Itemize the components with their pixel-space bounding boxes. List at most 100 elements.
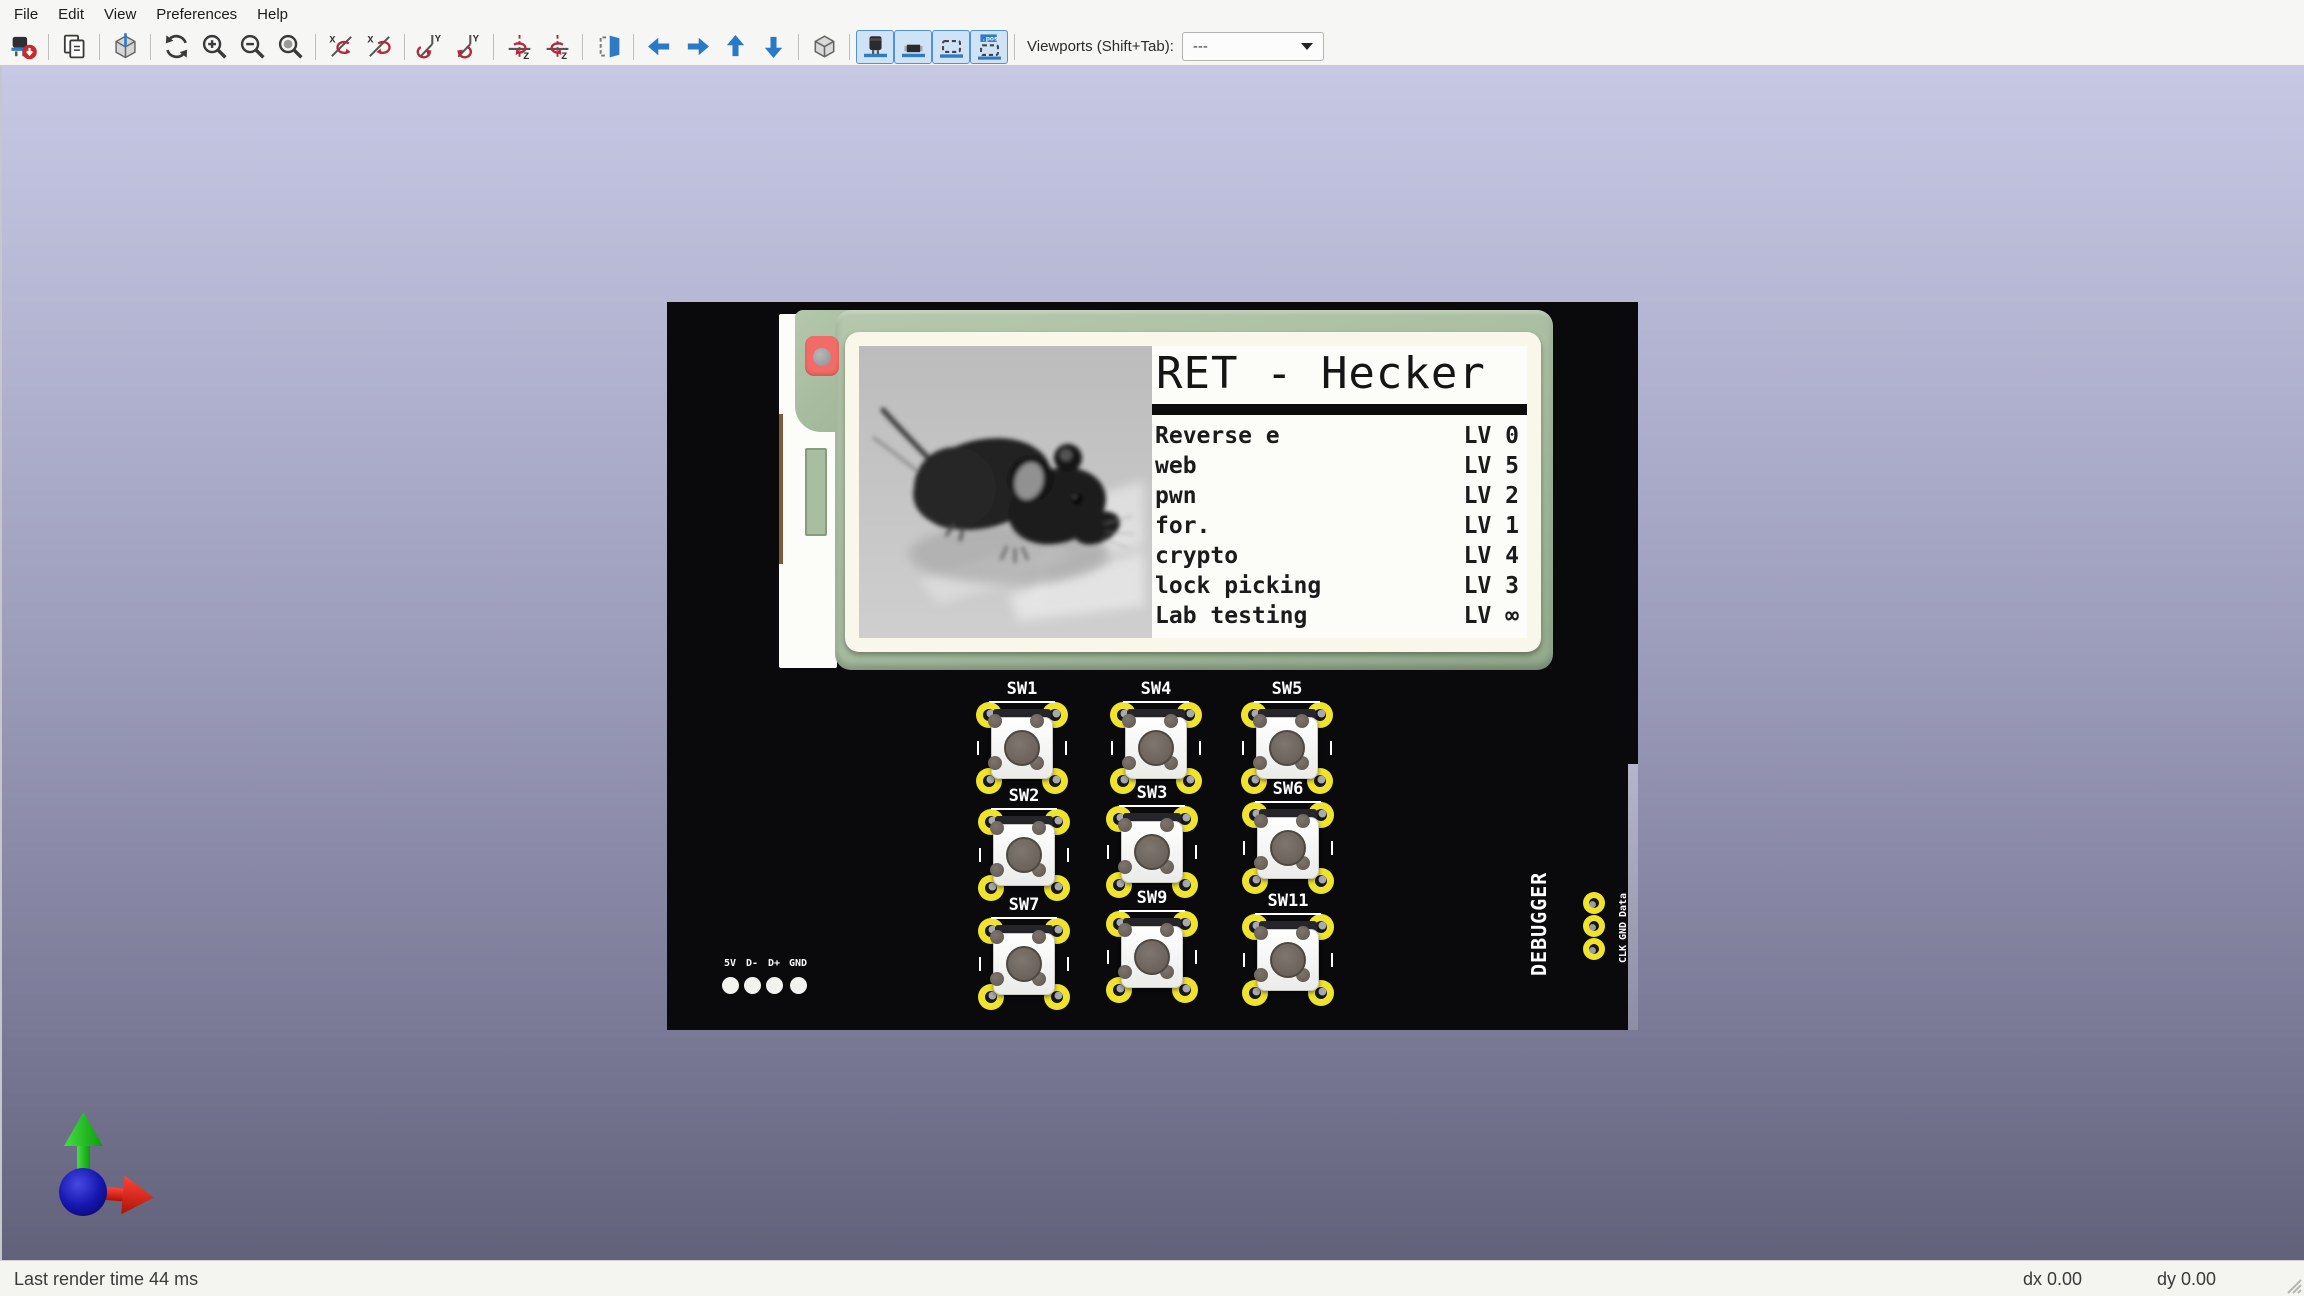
resize-grip[interactable]	[2280, 1272, 2302, 1294]
usb-pad-d+: D+	[762, 958, 786, 994]
show-pos-file-models-icon: .pos	[975, 32, 1004, 61]
switch-body	[1253, 714, 1318, 779]
flip-board-icon	[594, 32, 623, 61]
switch-corner-pin	[990, 930, 1004, 944]
show-smd-models-button[interactable]	[894, 29, 932, 64]
switch-sw11: SW11	[1240, 891, 1336, 1006]
debugger-silkscreen-label: DEBUGGER	[1527, 871, 1551, 976]
copy-image-button[interactable]	[55, 30, 93, 64]
switch-sw3: SW3	[1104, 784, 1200, 898]
silkscreen-dash	[1243, 953, 1245, 967]
reload-board-icon	[9, 32, 38, 61]
rotate-z-ccw-icon: Z	[543, 32, 572, 61]
rotate-y-cw-icon: Y	[416, 32, 445, 61]
reload-board-button[interactable]	[4, 30, 42, 64]
mouse-photo	[859, 346, 1152, 638]
switch-corner-pin	[1122, 756, 1136, 770]
skill-row: for. LV 1	[1152, 511, 1527, 541]
viewports-selected-value: ---	[1192, 38, 1208, 55]
zoom-in-button[interactable]	[195, 30, 233, 64]
pan-down-button[interactable]	[754, 30, 792, 64]
usb-pad-label: GND	[788, 958, 808, 969]
switch-corner-pin	[988, 714, 1002, 728]
debugger-pad	[1583, 938, 1605, 960]
skill-level: LV ∞	[1463, 603, 1519, 629]
svg-text:Z: Z	[561, 51, 567, 61]
usb-pad-hole	[743, 977, 761, 994]
toolbar: X X Y Y Z Z .pos Viewports (Shift+Tab): ---	[0, 28, 2304, 66]
dy-status: dy 0.00	[2157, 1269, 2217, 1289]
switch-label-underline	[1255, 801, 1321, 803]
show-virtual-models-button[interactable]	[932, 29, 970, 64]
3d-viewport[interactable]: RET - Hecker Reverse e LV 0 web LV 5 pwn LV 2…	[0, 66, 2304, 1260]
render-cube-icon	[111, 32, 140, 61]
usb-pad-5v: 5V	[718, 958, 742, 994]
skill-name: for.	[1155, 513, 1211, 539]
switch-sw9: SW9	[1104, 889, 1200, 1003]
show-pos-file-models-button[interactable]: .pos	[970, 29, 1008, 64]
rotate-y-ccw-button[interactable]: Y	[449, 30, 487, 64]
switch-plunger	[1006, 837, 1042, 873]
rotate-y-ccw-icon: Y	[454, 32, 483, 61]
toolbar-separator	[798, 33, 799, 60]
viewports-dropdown[interactable]: ---	[1181, 32, 1324, 61]
pan-left-button[interactable]	[640, 30, 678, 64]
viewports-label: Viewports (Shift+Tab):	[1027, 38, 1174, 55]
silkscreen-dash	[1331, 953, 1333, 967]
toolbar-separator	[315, 33, 316, 60]
skill-level: LV 4	[1463, 543, 1519, 569]
show-smd-models-icon	[899, 32, 928, 61]
switch-label-underline	[991, 808, 1057, 810]
rotate-z-cw-button[interactable]: Z	[500, 30, 538, 64]
rotate-z-ccw-button[interactable]: Z	[538, 30, 576, 64]
switch-body	[990, 930, 1055, 995]
skill-row: Reverse e LV 0	[1152, 421, 1527, 451]
rotate-y-cw-button[interactable]: Y	[411, 30, 449, 64]
menu-help[interactable]: Help	[247, 3, 298, 26]
skill-level: LV 1	[1463, 513, 1519, 539]
skill-name: lock picking	[1155, 573, 1322, 599]
debugger-pad	[1583, 915, 1605, 937]
render-cube-button[interactable]	[106, 30, 144, 64]
display-screen: RET - Hecker Reverse e LV 0 web LV 5 pwn LV 2…	[1152, 346, 1527, 638]
debugger-pad	[1583, 892, 1605, 914]
toolbar-separator	[849, 33, 850, 60]
silkscreen-dash	[979, 848, 981, 862]
rotate-x-ccw-button[interactable]: X	[360, 30, 398, 64]
menu-view[interactable]: View	[94, 3, 146, 26]
switch-corner-pin	[1164, 714, 1178, 728]
silkscreen-dash	[1107, 845, 1109, 859]
toolbar-buttons: X X Y Y Z Z .pos	[4, 28, 1021, 65]
switch-body	[990, 821, 1055, 886]
zoom-fit-button[interactable]	[271, 30, 309, 64]
switch-label: SW11	[1267, 891, 1309, 911]
silkscreen-dash	[1330, 741, 1332, 755]
switch-corner-pin	[988, 756, 1002, 770]
silkscreen-dash	[1243, 841, 1245, 855]
axis-orientation-gizmo	[22, 1108, 172, 1258]
skill-name: crypto	[1155, 543, 1239, 569]
ortho-view-button[interactable]	[805, 30, 843, 64]
toolbar-separator	[633, 33, 634, 60]
menu-file[interactable]: File	[4, 3, 48, 26]
svg-text:X: X	[367, 34, 374, 46]
switch-corner-pin	[1160, 818, 1174, 832]
flip-board-button[interactable]	[589, 30, 627, 64]
rotate-x-cw-button[interactable]: X	[322, 30, 360, 64]
pan-right-button[interactable]	[678, 30, 716, 64]
usb-pad-d-: D-	[740, 958, 764, 994]
title-divider	[1152, 404, 1527, 415]
show-tht-models-button[interactable]	[856, 29, 894, 64]
menu-preferences[interactable]: Preferences	[146, 3, 247, 26]
copy-image-icon	[60, 32, 89, 61]
switch-plunger	[1004, 730, 1040, 766]
pcb-side-edge	[1628, 764, 1638, 1030]
menu-edit[interactable]: Edit	[48, 3, 94, 26]
skill-row: web LV 5	[1152, 451, 1527, 481]
toolbar-separator	[493, 33, 494, 60]
refresh-view-icon	[162, 32, 191, 61]
refresh-view-button[interactable]	[157, 30, 195, 64]
zoom-out-button[interactable]	[233, 30, 271, 64]
switch-plunger	[1134, 834, 1170, 870]
pan-up-button[interactable]	[716, 30, 754, 64]
